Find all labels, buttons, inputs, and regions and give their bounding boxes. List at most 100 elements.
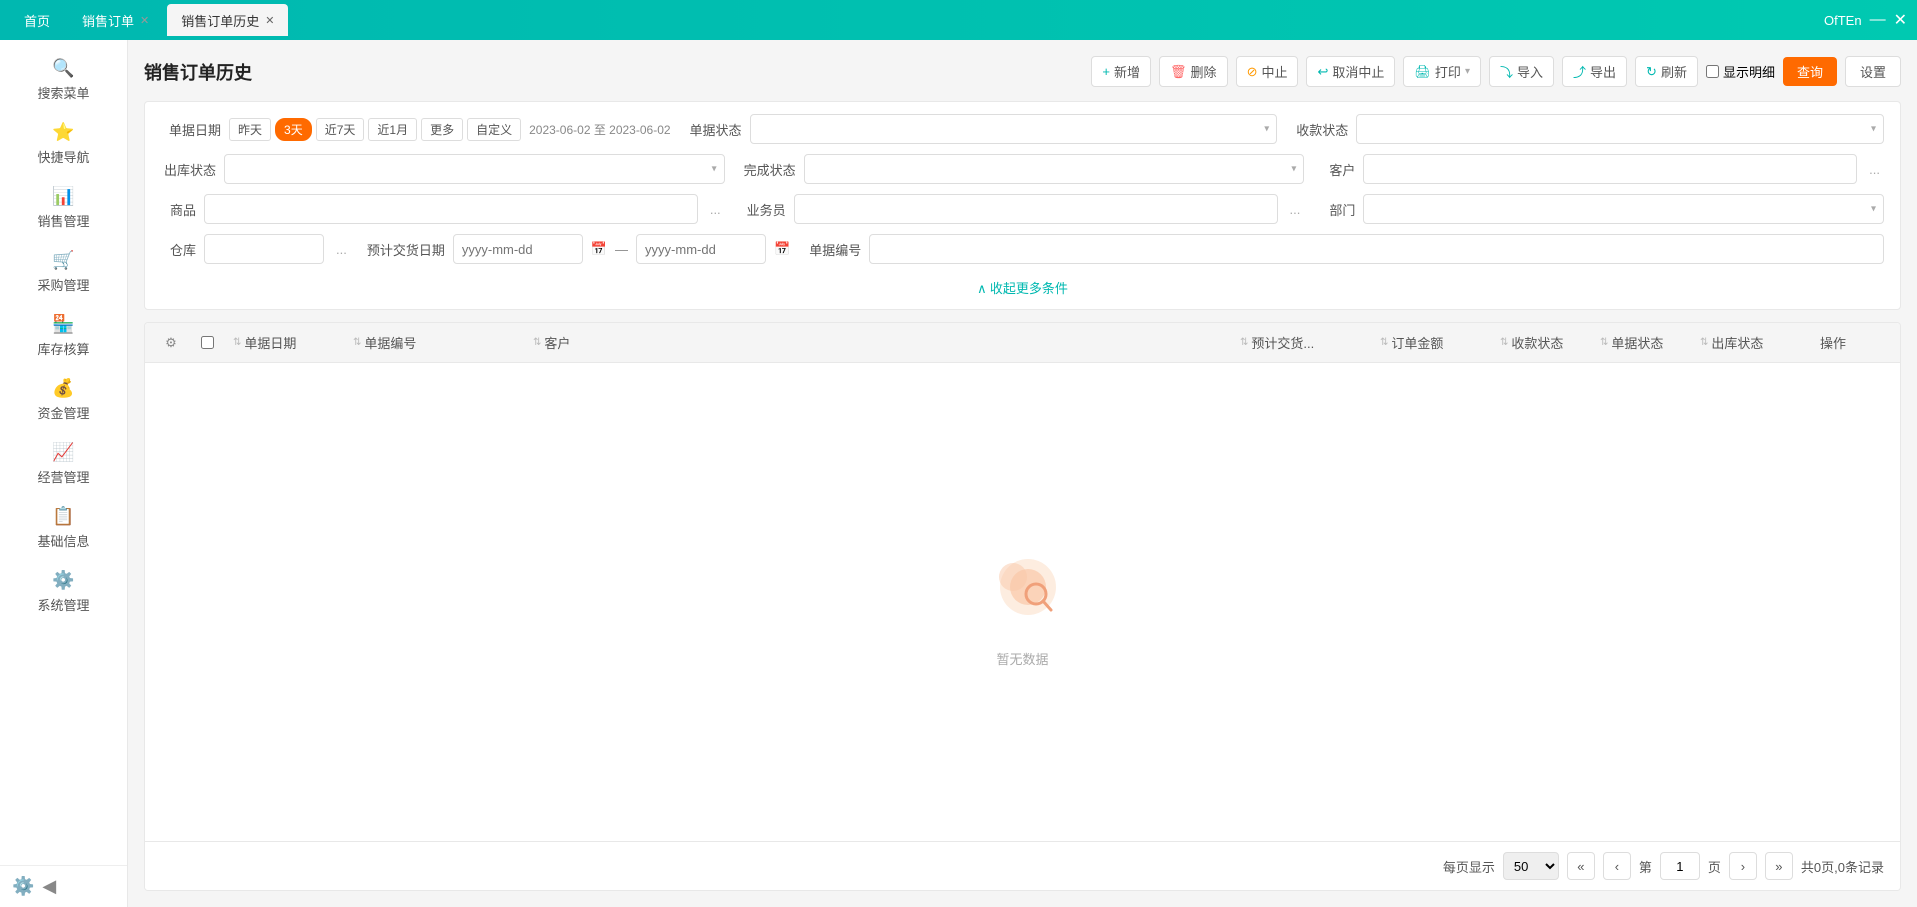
- payment-status-select[interactable]: [1356, 114, 1884, 144]
- delete-button[interactable]: 🗑 删除: [1159, 56, 1228, 87]
- inventory-icon: 🏪: [52, 314, 74, 335]
- cancel-stop-button[interactable]: ↩ 取消中止: [1306, 56, 1395, 87]
- export-button[interactable]: ⤴ 导出: [1562, 56, 1627, 87]
- settings-gear-icon: ⚙: [165, 335, 177, 351]
- filter-area: 单据日期 昨天 3天 近7天 近1月 更多 自定义 2023-06-02 至 2…: [144, 101, 1901, 310]
- select-all-checkbox-cell[interactable]: [189, 336, 225, 349]
- warehouse-dots[interactable]: ...: [332, 242, 351, 257]
- prev-page-btn[interactable]: ‹: [1603, 852, 1631, 880]
- first-page-btn[interactable]: «: [1567, 852, 1595, 880]
- delivery-start-input[interactable]: [453, 234, 583, 264]
- col-label-customer: 客户: [544, 333, 570, 352]
- last-page-btn[interactable]: »: [1765, 852, 1793, 880]
- sort-icon-customer: ⇅: [533, 337, 541, 348]
- refresh-label: 刷新: [1661, 62, 1687, 81]
- tab-sales-history[interactable]: 销售订单历史 ✕: [167, 4, 288, 36]
- sidebar-item-purchase[interactable]: 🛒 采购管理: [0, 240, 127, 304]
- refresh-button[interactable]: ↻ 刷新: [1635, 56, 1698, 87]
- print-button[interactable]: 🖨 打印 ▾: [1403, 56, 1481, 87]
- delete-icon: 🗑: [1170, 64, 1187, 80]
- new-button[interactable]: + 新增: [1091, 56, 1151, 87]
- collapse-icon: ∧: [977, 281, 987, 296]
- next-page-btn[interactable]: ›: [1729, 852, 1757, 880]
- date-yesterday-btn[interactable]: 昨天: [229, 118, 271, 141]
- date-more-btn[interactable]: 更多: [421, 118, 463, 141]
- tab-sales-order-label: 销售订单: [82, 11, 134, 30]
- page-size-label: 每页显示: [1443, 857, 1495, 876]
- collapse-sidebar-icon[interactable]: ◀: [42, 876, 56, 897]
- salesperson-input[interactable]: [794, 194, 1278, 224]
- import-button[interactable]: ⤵ 导入: [1489, 56, 1554, 87]
- customer-dots[interactable]: ...: [1865, 162, 1884, 177]
- stock-out-select[interactable]: [224, 154, 725, 184]
- page-first-label: 第: [1639, 857, 1652, 876]
- sort-icon-order: ⇅: [1600, 337, 1608, 348]
- delivery-start-calendar-icon[interactable]: 📅: [591, 241, 607, 257]
- delivery-end-calendar-icon[interactable]: 📅: [774, 241, 790, 257]
- complete-status-select[interactable]: [804, 154, 1305, 184]
- sidebar-item-sales[interactable]: 📊 销售管理: [0, 176, 127, 240]
- department-label: 部门: [1320, 200, 1355, 219]
- settings-button[interactable]: 设置: [1845, 56, 1901, 87]
- date-1month-btn[interactable]: 近1月: [368, 118, 417, 141]
- query-button[interactable]: 查询: [1783, 57, 1837, 86]
- print-chevron: ▾: [1465, 66, 1470, 77]
- salesperson-label: 业务员: [741, 200, 786, 219]
- sort-icon-no: ⇅: [353, 337, 361, 348]
- col-label-delivery: 预计交货...: [1251, 333, 1314, 352]
- sidebar-item-system[interactable]: ⚙️ 系统管理: [0, 560, 127, 624]
- tab-sales-order[interactable]: 销售订单 ✕: [68, 4, 163, 36]
- sidebar-item-business[interactable]: 📈 经营管理: [0, 432, 127, 496]
- order-status-select[interactable]: [750, 114, 1278, 144]
- page-size-select[interactable]: 20 50 100: [1503, 852, 1559, 880]
- date-custom-btn[interactable]: 自定义: [467, 118, 521, 141]
- search-icon: 🔍: [52, 58, 74, 79]
- close-button[interactable]: ✕: [1894, 10, 1907, 30]
- col-header-action: 操作: [1812, 333, 1892, 352]
- col-header-date: ⇅ 单据日期: [225, 333, 345, 352]
- warehouse-field: 仓库 ...: [161, 234, 351, 264]
- date-3days-btn[interactable]: 3天: [275, 118, 312, 141]
- sidebar-item-search[interactable]: 🔍 搜索菜单: [0, 48, 127, 112]
- sidebar-item-finance[interactable]: 💰 资金管理: [0, 368, 127, 432]
- delivery-end-input[interactable]: [636, 234, 766, 264]
- stop-button[interactable]: ⊘ 中止: [1236, 56, 1299, 87]
- empty-illustration: [973, 537, 1073, 637]
- department-select[interactable]: [1363, 194, 1884, 224]
- order-no-input[interactable]: [869, 234, 1884, 264]
- table-header: ⚙ ⇅ 单据日期 ⇅ 单据编号 ⇅ 客户 ⇅: [145, 323, 1900, 363]
- display-cols-checkbox[interactable]: [1706, 65, 1719, 78]
- print-label: 打印: [1435, 62, 1461, 81]
- col-header-order-status: ⇅ 单据状态: [1592, 333, 1692, 352]
- sidebar-item-quicknav[interactable]: ⭐ 快捷导航: [0, 112, 127, 176]
- new-icon: +: [1102, 64, 1110, 79]
- date-7days-btn[interactable]: 近7天: [316, 118, 365, 141]
- sidebar-item-basic[interactable]: 📋 基础信息: [0, 496, 127, 560]
- goods-input[interactable]: [204, 194, 698, 224]
- goods-dots[interactable]: ...: [706, 202, 725, 217]
- col-header-stock-status: ⇅ 出库状态: [1692, 333, 1812, 352]
- page-number-input[interactable]: 1: [1660, 852, 1700, 880]
- warehouse-label: 仓库: [161, 240, 196, 259]
- warehouse-input[interactable]: [204, 234, 324, 264]
- tab-home[interactable]: 首页: [10, 4, 64, 36]
- sidebar-item-inventory[interactable]: 🏪 库存核算: [0, 304, 127, 368]
- sidebar-label-finance: 资金管理: [37, 403, 89, 422]
- filter-row-4: 仓库 ... 预计交货日期 📅 — 📅 单据编号: [161, 234, 1884, 264]
- select-all-checkbox[interactable]: [201, 336, 214, 349]
- salesperson-dots[interactable]: ...: [1286, 202, 1305, 217]
- stop-icon: ⊘: [1247, 64, 1258, 80]
- tab-sales-history-close[interactable]: ✕: [265, 14, 274, 27]
- cancel-stop-label: 取消中止: [1332, 62, 1384, 81]
- col-header-customer: ⇅ 客户: [525, 333, 1232, 352]
- tab-sales-order-close[interactable]: ✕: [140, 14, 149, 27]
- table-wrapper: ⚙ ⇅ 单据日期 ⇅ 单据编号 ⇅ 客户 ⇅: [144, 322, 1901, 891]
- collapse-bar[interactable]: ∧ 收起更多条件: [161, 274, 1884, 297]
- settings-bottom-icon[interactable]: ⚙️: [12, 876, 34, 897]
- minimize-button[interactable]: —: [1870, 11, 1886, 29]
- top-bar: 首页 销售订单 ✕ 销售订单历史 ✕ OfTEn — ✕: [0, 0, 1917, 40]
- date-quick-btns: 昨天 3天 近7天 近1月 更多 自定义: [229, 118, 521, 141]
- sidebar-label-basic: 基础信息: [37, 531, 89, 550]
- customer-input[interactable]: [1363, 154, 1857, 184]
- table-settings-icon[interactable]: ⚙: [153, 335, 189, 351]
